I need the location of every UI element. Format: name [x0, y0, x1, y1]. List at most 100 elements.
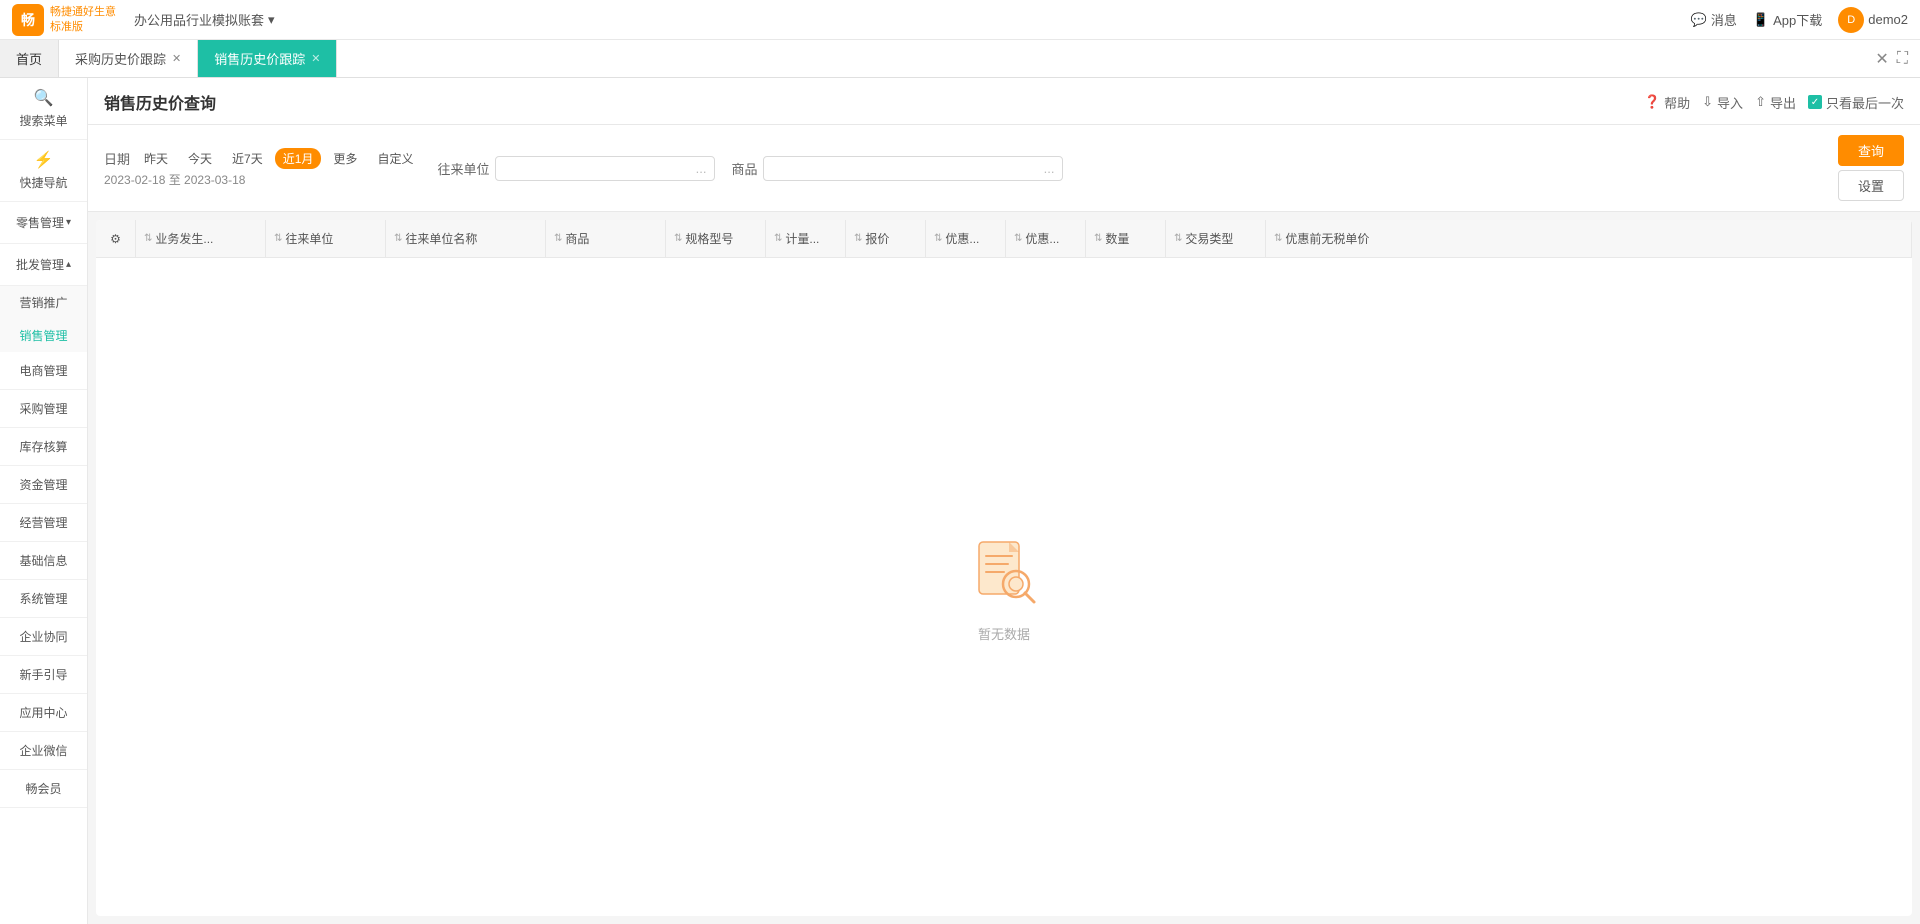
chip-custom[interactable]: 自定义: [369, 148, 421, 169]
th-tax-price[interactable]: ⇅ 优惠前无税单价: [1266, 220, 1912, 257]
product-ellipsis: ...: [1044, 161, 1055, 176]
logo-text: 畅捷通好生意 标准版: [50, 5, 116, 34]
sidebar-item-quick-nav[interactable]: ⚡ 快捷导航: [0, 140, 87, 202]
sort-icon-unit: ⇅: [274, 233, 282, 244]
th-qty[interactable]: ⇅ 数量: [1086, 220, 1166, 257]
chevron-up-icon: ▴: [66, 259, 71, 270]
date-label: 日期: [104, 149, 130, 168]
chip-today[interactable]: 今天: [180, 148, 220, 169]
table-body: 暂无数据: [96, 258, 1912, 916]
th-price[interactable]: ⇅ 报价: [846, 220, 926, 257]
search-icon: 🔍: [34, 88, 54, 108]
product-input[interactable]: ...: [763, 156, 1063, 181]
sort-icon-price: ⇅: [854, 233, 862, 244]
unit-search-field[interactable]: [504, 161, 689, 176]
sort-asc-icon: ⇅: [144, 233, 152, 244]
close-all-tabs-icon[interactable]: ✕: [1875, 49, 1888, 69]
search-button[interactable]: 查询: [1838, 135, 1904, 166]
sidebar-item-guide[interactable]: 新手引导: [0, 656, 87, 694]
sidebar-item-basic-info[interactable]: 基础信息: [0, 542, 87, 580]
sidebar-item-sales-mgmt[interactable]: 销售管理: [0, 319, 87, 352]
sort-icon-d2: ⇅: [1014, 233, 1022, 244]
sidebar-item-inventory[interactable]: 库存核算: [0, 428, 87, 466]
tab-home[interactable]: 首页: [0, 40, 59, 77]
unit-ellipsis: ...: [696, 161, 707, 176]
close-tab-purchase[interactable]: ✕: [172, 52, 181, 65]
unit-label: 往来单位: [437, 159, 489, 178]
app-download-button[interactable]: 📱 App下载: [1753, 10, 1822, 29]
logo-icon: 畅: [12, 4, 44, 36]
sidebar-item-purchase[interactable]: 采购管理: [0, 390, 87, 428]
sort-icon-tax: ⇅: [1274, 233, 1282, 244]
tab-purchase-history[interactable]: 采购历史价跟踪 ✕: [59, 40, 198, 77]
sort-icon-uom: ⇅: [774, 233, 782, 244]
export-button[interactable]: ⇧ 导出: [1755, 93, 1796, 112]
th-product[interactable]: ⇅ 商品: [546, 220, 666, 257]
import-button[interactable]: ⇩ 导入: [1702, 93, 1743, 112]
product-label: 商品: [731, 159, 757, 178]
filter-row: 日期 昨天 今天 近7天 近1月 更多 自定义 2023-02-18 至 202…: [88, 125, 1920, 212]
sidebar-item-retail-mgmt[interactable]: 零售管理 ▾: [0, 202, 87, 244]
close-tab-sales[interactable]: ✕: [311, 52, 320, 65]
sidebar-item-ecommerce[interactable]: 电商管理: [0, 352, 87, 390]
chevron-down-icon: ▾: [268, 12, 275, 28]
page-title-row: 销售历史价查询 ❓ 帮助 ⇩ 导入 ⇧ 导出 ✓: [104, 90, 1904, 114]
product-filter-group: 商品 ...: [731, 156, 1063, 181]
chip-last7[interactable]: 近7天: [224, 148, 271, 169]
settings-button[interactable]: 设置: [1838, 170, 1904, 201]
message-button[interactable]: 💬 消息: [1691, 10, 1737, 29]
user-profile[interactable]: D demo2: [1838, 7, 1908, 33]
sidebar-item-marketing[interactable]: 营销推广: [0, 286, 87, 319]
page-title: 销售历史价查询: [104, 90, 216, 114]
sidebar-item-finance[interactable]: 资金管理: [0, 466, 87, 504]
sidebar-item-operations[interactable]: 经营管理: [0, 504, 87, 542]
empty-icon: [964, 532, 1044, 612]
chip-more[interactable]: 更多: [325, 148, 365, 169]
sort-icon-trade: ⇅: [1174, 233, 1182, 244]
topbar-left: 畅 畅捷通好生意 标准版 办公用品行业模拟账套 ▾: [12, 4, 283, 36]
sidebar-item-member[interactable]: 畅会员: [0, 770, 87, 808]
sidebar-item-search-menu[interactable]: 🔍 搜索菜单: [0, 78, 87, 140]
table-header: ⚙ ⇅ 业务发生... ⇅ 往来单位 ⇅ 往来单位名称 ⇅ 商品: [96, 220, 1912, 258]
sidebar-item-system[interactable]: 系统管理: [0, 580, 87, 618]
sidebar-item-wholesale-mgmt[interactable]: 批发管理 ▴: [0, 244, 87, 286]
th-unit-name[interactable]: ⇅ 往来单位名称: [386, 220, 546, 257]
sidebar-item-app-center[interactable]: 应用中心: [0, 694, 87, 732]
product-search-field[interactable]: [772, 161, 1037, 176]
th-discount1[interactable]: ⇅ 优惠...: [926, 220, 1006, 257]
only-last-checkbox[interactable]: ✓ 只看最后一次: [1808, 93, 1904, 112]
sort-icon-unit-name: ⇅: [394, 233, 402, 244]
th-settings[interactable]: ⚙: [96, 220, 136, 257]
sidebar-item-enterprise[interactable]: 企业协同: [0, 618, 87, 656]
tabbar: 首页 采购历史价跟踪 ✕ 销售历史价跟踪 ✕ ✕ ⛶: [0, 40, 1920, 78]
app-selector[interactable]: 办公用品行业模拟账套 ▾: [126, 6, 283, 33]
chip-yesterday[interactable]: 昨天: [136, 148, 176, 169]
tab-sales-history[interactable]: 销售历史价跟踪 ✕: [198, 40, 337, 77]
chevron-down-icon: ▾: [66, 217, 71, 228]
th-uom[interactable]: ⇅ 计量...: [766, 220, 846, 257]
help-icon: ❓: [1644, 94, 1660, 110]
main-layout: 🔍 搜索菜单 ⚡ 快捷导航 零售管理 ▾ 批发管理 ▴ 营销推广 销售管理 电商…: [0, 78, 1920, 924]
unit-filter-group: 往来单位 ...: [437, 156, 715, 181]
page-header: 销售历史价查询 ❓ 帮助 ⇩ 导入 ⇧ 导出 ✓: [88, 78, 1920, 125]
maximize-icon[interactable]: ⛶: [1897, 50, 1908, 68]
th-discount2[interactable]: ⇅ 优惠...: [1006, 220, 1086, 257]
th-trade-type[interactable]: ⇅ 交易类型: [1166, 220, 1266, 257]
date-filter-group: 日期 昨天 今天 近7天 近1月 更多 自定义 2023-02-18 至 202…: [104, 148, 421, 188]
sidebar-item-wechat[interactable]: 企业微信: [0, 732, 87, 770]
phone-icon: 📱: [1753, 12, 1769, 28]
help-button[interactable]: ❓ 帮助: [1644, 93, 1690, 112]
sort-icon-product: ⇅: [554, 233, 562, 244]
sidebar-sub-wholesale: 营销推广 销售管理: [0, 286, 87, 352]
unit-input[interactable]: ...: [495, 156, 715, 181]
chip-last1m[interactable]: 近1月: [275, 148, 322, 169]
topbar-right: 💬 消息 📱 App下载 D demo2: [1691, 7, 1908, 33]
import-icon: ⇩: [1702, 94, 1713, 110]
sort-icon-qty: ⇅: [1094, 233, 1102, 244]
content-area: 销售历史价查询 ❓ 帮助 ⇩ 导入 ⇧ 导出 ✓: [88, 78, 1920, 924]
th-unit-code[interactable]: ⇅ 往来单位: [266, 220, 386, 257]
th-date[interactable]: ⇅ 业务发生...: [136, 220, 266, 257]
table-area: ⚙ ⇅ 业务发生... ⇅ 往来单位 ⇅ 往来单位名称 ⇅ 商品: [96, 220, 1912, 916]
export-icon: ⇧: [1755, 94, 1766, 110]
th-spec[interactable]: ⇅ 规格型号: [666, 220, 766, 257]
